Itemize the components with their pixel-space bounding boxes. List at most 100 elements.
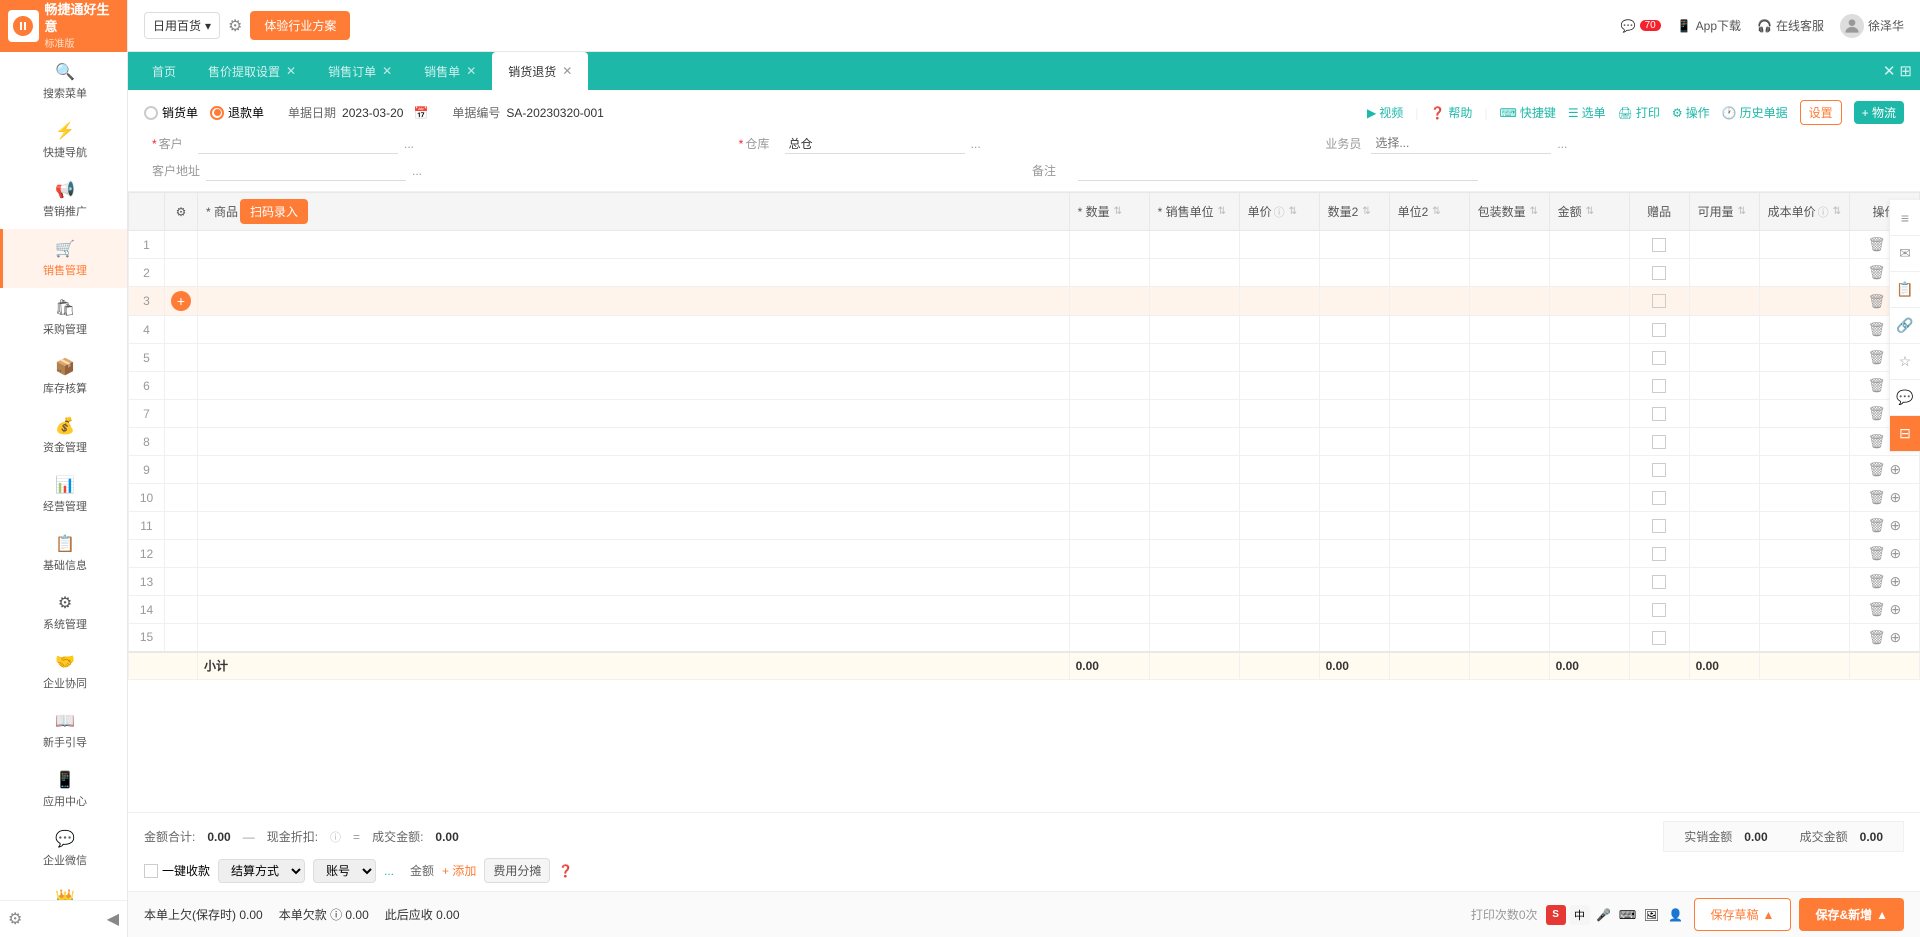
cell-cost-9[interactable] (1759, 456, 1849, 484)
cell-gift-2[interactable] (1629, 259, 1689, 287)
message-btn[interactable]: 💬 70 (1621, 19, 1661, 33)
cell-product-2[interactable] (198, 259, 1070, 287)
split-btn[interactable]: 费用分摊 (484, 858, 550, 883)
cell-gear-12[interactable] (165, 540, 198, 568)
cell-qty-1[interactable] (1069, 231, 1149, 259)
cell-unit-4[interactable] (1149, 316, 1239, 344)
one-click-payment[interactable]: 一键收款 (144, 862, 210, 879)
status-icon-img[interactable]: 🖼 (1642, 905, 1662, 925)
cell-unit-15[interactable] (1149, 624, 1239, 652)
cell-qty-5[interactable] (1069, 344, 1149, 372)
cell-qty-13[interactable] (1069, 568, 1149, 596)
cell-unit2-9[interactable] (1389, 456, 1469, 484)
row-copy-15[interactable]: ⊕ (1890, 629, 1902, 646)
sidebar-item-11[interactable]: 📖新手引导 (0, 701, 127, 760)
cell-price-15[interactable] (1239, 624, 1319, 652)
cell-product-9[interactable] (198, 456, 1070, 484)
cell-qty2-14[interactable] (1319, 596, 1389, 624)
rs-icon-4[interactable]: 🔗 (1890, 308, 1920, 344)
cell-avail-1[interactable] (1689, 231, 1759, 259)
cell-avail-6[interactable] (1689, 372, 1759, 400)
note-input[interactable] (1078, 160, 1478, 181)
cell-unit2-3[interactable] (1389, 287, 1469, 316)
cell-unit-11[interactable] (1149, 512, 1239, 540)
gift-checkbox-10[interactable] (1652, 491, 1666, 505)
cell-qty2-9[interactable] (1319, 456, 1389, 484)
cell-gift-15[interactable] (1629, 624, 1689, 652)
row-delete-7[interactable]: 🗑 (1868, 405, 1886, 422)
sidebar-settings-btn[interactable]: ⚙ (8, 909, 22, 929)
cell-gear-9[interactable] (165, 456, 198, 484)
tab-sales[interactable]: 销售单 ✕ (408, 52, 492, 90)
cell-unit2-10[interactable] (1389, 484, 1469, 512)
gift-checkbox-6[interactable] (1652, 379, 1666, 393)
user-profile-btn[interactable]: 徐泽华 (1840, 14, 1904, 38)
cell-product-6[interactable] (198, 372, 1070, 400)
cell-gift-13[interactable] (1629, 568, 1689, 596)
cell-qty2-3[interactable] (1319, 287, 1389, 316)
print-btn[interactable]: 🖨 打印 (1618, 104, 1660, 121)
cell-unit2-6[interactable] (1389, 372, 1469, 400)
cell-price-12[interactable] (1239, 540, 1319, 568)
cell-cost-14[interactable] (1759, 596, 1849, 624)
due-help-icon[interactable]: ⓘ (330, 908, 342, 922)
row-copy-13[interactable]: ⊕ (1890, 573, 1902, 590)
cell-price-9[interactable] (1239, 456, 1319, 484)
cell-product-11[interactable] (198, 512, 1070, 540)
cell-product-12[interactable] (198, 540, 1070, 568)
row-delete-14[interactable]: 🗑 (1868, 601, 1886, 618)
cell-avail-7[interactable] (1689, 400, 1759, 428)
cell-pack-10[interactable] (1469, 484, 1549, 512)
experience-btn[interactable]: 体验行业方案 (250, 11, 350, 40)
cell-price-10[interactable] (1239, 484, 1319, 512)
cell-avail-13[interactable] (1689, 568, 1759, 596)
cell-avail-5[interactable] (1689, 344, 1759, 372)
select-btn[interactable]: ☰ 选单 (1568, 104, 1606, 121)
cell-gear-7[interactable] (165, 400, 198, 428)
warehouse-dots[interactable]: ... (971, 137, 981, 151)
cell-gear-15[interactable] (165, 624, 198, 652)
cell-qty2-5[interactable] (1319, 344, 1389, 372)
cell-gear-5[interactable] (165, 344, 198, 372)
add-payment-btn[interactable]: + 添加 (442, 862, 476, 879)
cell-amount-12[interactable] (1549, 540, 1629, 568)
cell-qty-7[interactable] (1069, 400, 1149, 428)
cell-amount-9[interactable] (1549, 456, 1629, 484)
cell-product-5[interactable] (198, 344, 1070, 372)
cell-price-6[interactable] (1239, 372, 1319, 400)
cell-unit-12[interactable] (1149, 540, 1239, 568)
cell-gift-12[interactable] (1629, 540, 1689, 568)
cell-cost-12[interactable] (1759, 540, 1849, 568)
method-select[interactable]: 结算方式 (218, 859, 305, 883)
row-delete-1[interactable]: 🗑 (1868, 236, 1886, 253)
cell-gift-11[interactable] (1629, 512, 1689, 540)
cell-qty2-13[interactable] (1319, 568, 1389, 596)
cell-price-5[interactable] (1239, 344, 1319, 372)
gift-checkbox-13[interactable] (1652, 575, 1666, 589)
calendar-icon[interactable]: 📅 (413, 106, 428, 120)
sidebar-item-5[interactable]: 📦库存核算 (0, 347, 127, 406)
cell-unit2-8[interactable] (1389, 428, 1469, 456)
rs-icon-3[interactable]: 📋 (1890, 272, 1920, 308)
cell-cost-1[interactable] (1759, 231, 1849, 259)
cell-qty-14[interactable] (1069, 596, 1149, 624)
cell-unit-1[interactable] (1149, 231, 1239, 259)
cell-amount-3[interactable] (1549, 287, 1629, 316)
account-dots[interactable]: ... (384, 864, 394, 878)
cell-amount-8[interactable] (1549, 428, 1629, 456)
product-input-15[interactable] (204, 630, 1063, 644)
cell-amount-7[interactable] (1549, 400, 1629, 428)
cell-unit-14[interactable] (1149, 596, 1239, 624)
cell-unit-3[interactable] (1149, 287, 1239, 316)
cell-product-4[interactable] (198, 316, 1070, 344)
product-input-4[interactable] (204, 323, 1063, 337)
cell-price-8[interactable] (1239, 428, 1319, 456)
cell-unit2-11[interactable] (1389, 512, 1469, 540)
cell-qty-9[interactable] (1069, 456, 1149, 484)
gift-checkbox-3[interactable] (1652, 294, 1666, 308)
warehouse-input[interactable] (785, 133, 965, 154)
cell-gift-1[interactable] (1629, 231, 1689, 259)
cell-price-4[interactable] (1239, 316, 1319, 344)
cell-product-3[interactable] (198, 287, 1070, 316)
address-dots[interactable]: ... (412, 164, 422, 178)
